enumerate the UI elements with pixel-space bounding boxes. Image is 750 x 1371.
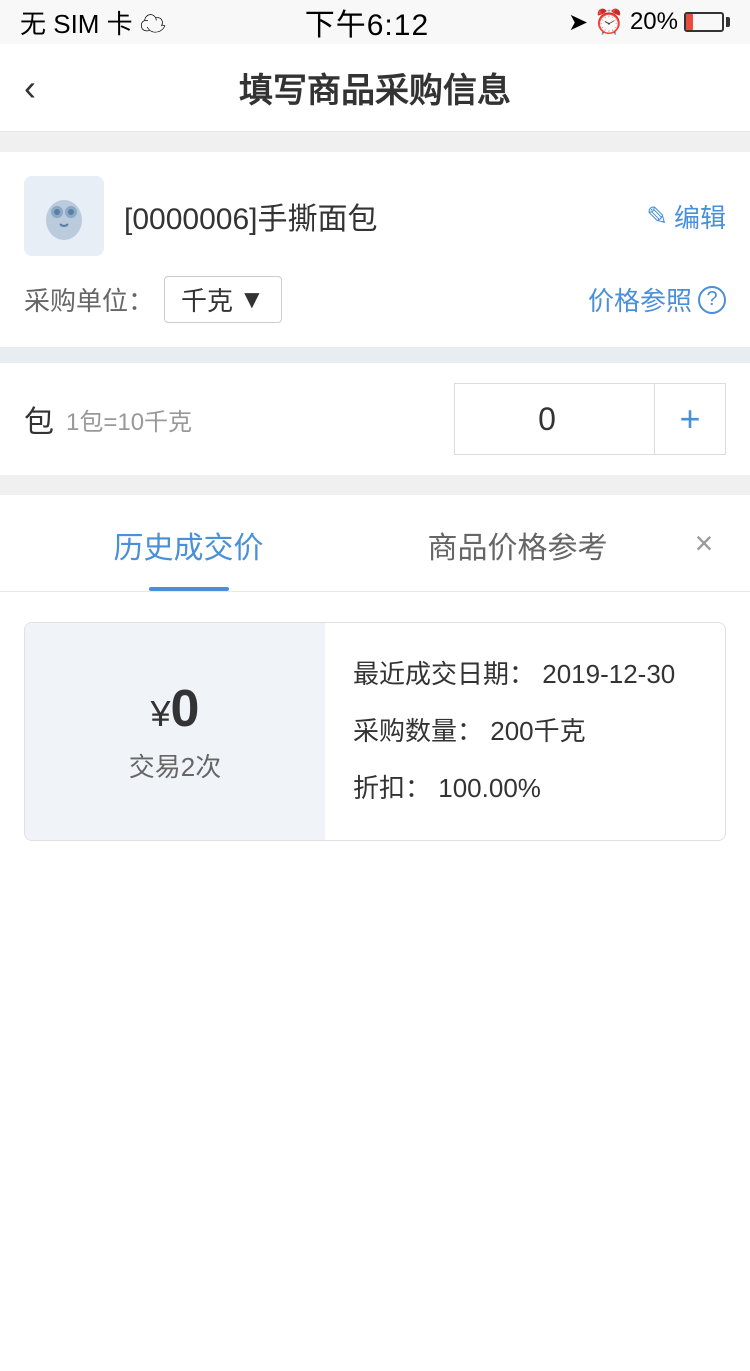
- discount-label: 折扣：: [353, 773, 431, 803]
- quantity-conversion: 1包=10千克: [66, 402, 192, 437]
- unit-value: 千克: [181, 281, 233, 318]
- quantity-input[interactable]: [454, 383, 654, 455]
- price-card-left: ¥0 交易2次: [25, 623, 325, 840]
- status-bar: 无 SIM 卡 ☁ 下午6:12 ➤ ⏰ 20%: [0, 0, 750, 44]
- battery-percent: 20%: [630, 8, 678, 36]
- purchase-qty-value: 200千克: [490, 716, 585, 746]
- tab-product-price-ref[interactable]: 商品价格参考: [353, 495, 682, 591]
- purchase-qty-label: 采购数量：: [353, 716, 483, 746]
- purchase-qty-row: 采购数量： 200千克: [353, 712, 697, 751]
- help-icon: ?: [698, 286, 726, 314]
- product-left: [0000006]手撕面包: [24, 176, 377, 256]
- quantity-section: 包 1包=10千克 +: [0, 363, 750, 475]
- bottom-area: [0, 871, 750, 1371]
- quantity-left: 包 1包=10千克: [24, 397, 192, 441]
- recent-date-label: 最近成交日期：: [353, 659, 535, 689]
- price-card-right: 最近成交日期： 2019-12-30 采购数量： 200千克 折扣： 100.0…: [325, 623, 725, 840]
- purchase-unit-text: 采购单位：: [24, 281, 154, 318]
- tab-header: 历史成交价 商品价格参考 ×: [0, 495, 750, 592]
- status-time: 下午6:12: [305, 0, 429, 44]
- status-right: ➤ ⏰ 20%: [568, 8, 730, 37]
- purchase-unit-area: 采购单位： 千克 ▼: [24, 276, 282, 323]
- quantity-unit-label: 包: [24, 397, 54, 441]
- currency-symbol: ¥: [151, 693, 171, 734]
- edit-label: 编辑: [674, 198, 726, 235]
- tab-close-button[interactable]: ×: [682, 521, 726, 565]
- nav-bar: ‹ 填写商品采购信息: [0, 44, 750, 132]
- tab-history-price[interactable]: 历史成交价: [24, 495, 353, 591]
- price-ref-button[interactable]: 价格参照 ?: [588, 281, 726, 318]
- page-title: 填写商品采购信息: [239, 63, 511, 112]
- back-button[interactable]: ‹: [24, 67, 36, 109]
- product-header: [0000006]手撕面包 ✎ 编辑: [24, 176, 726, 256]
- section-divider: [0, 347, 750, 363]
- price-number: 0: [171, 680, 200, 738]
- recent-date-row: 最近成交日期： 2019-12-30: [353, 655, 697, 694]
- product-section: [0000006]手撕面包 ✎ 编辑 采购单位： 千克 ▼ 价格参照 ?: [0, 152, 750, 347]
- quantity-input-area: +: [454, 383, 726, 455]
- quantity-plus-button[interactable]: +: [654, 383, 726, 455]
- sim-wifi-label: 无 SIM 卡 ☁: [20, 4, 166, 41]
- trade-count: 交易2次: [129, 747, 221, 784]
- price-display: ¥0: [151, 679, 200, 739]
- edit-icon: ✎: [646, 201, 668, 232]
- status-left: 无 SIM 卡 ☁: [20, 4, 166, 41]
- discount-row: 折扣： 100.00%: [353, 769, 697, 808]
- dropdown-arrow-icon: ▼: [239, 284, 265, 315]
- product-purchase-row: 采购单位： 千克 ▼ 价格参照 ?: [24, 276, 726, 323]
- battery-icon: [684, 12, 730, 32]
- unit-dropdown[interactable]: 千克 ▼: [164, 276, 282, 323]
- location-icon: ➤: [568, 8, 588, 37]
- price-ref-label: 价格参照: [588, 281, 692, 318]
- product-code-name: [0000006]手撕面包: [124, 194, 377, 238]
- alarm-icon: ⏰: [594, 8, 624, 37]
- tab-content: ¥0 交易2次 最近成交日期： 2019-12-30 采购数量： 200千克 折…: [0, 592, 750, 871]
- tab-section: 历史成交价 商品价格参考 × ¥0 交易2次 最近成交日期： 2019-12-3…: [0, 495, 750, 871]
- price-card: ¥0 交易2次 最近成交日期： 2019-12-30 采购数量： 200千克 折…: [24, 622, 726, 841]
- product-logo: [24, 176, 104, 256]
- discount-value: 100.00%: [438, 773, 541, 803]
- recent-date-value: 2019-12-30: [542, 659, 675, 689]
- edit-button[interactable]: ✎ 编辑: [646, 198, 726, 235]
